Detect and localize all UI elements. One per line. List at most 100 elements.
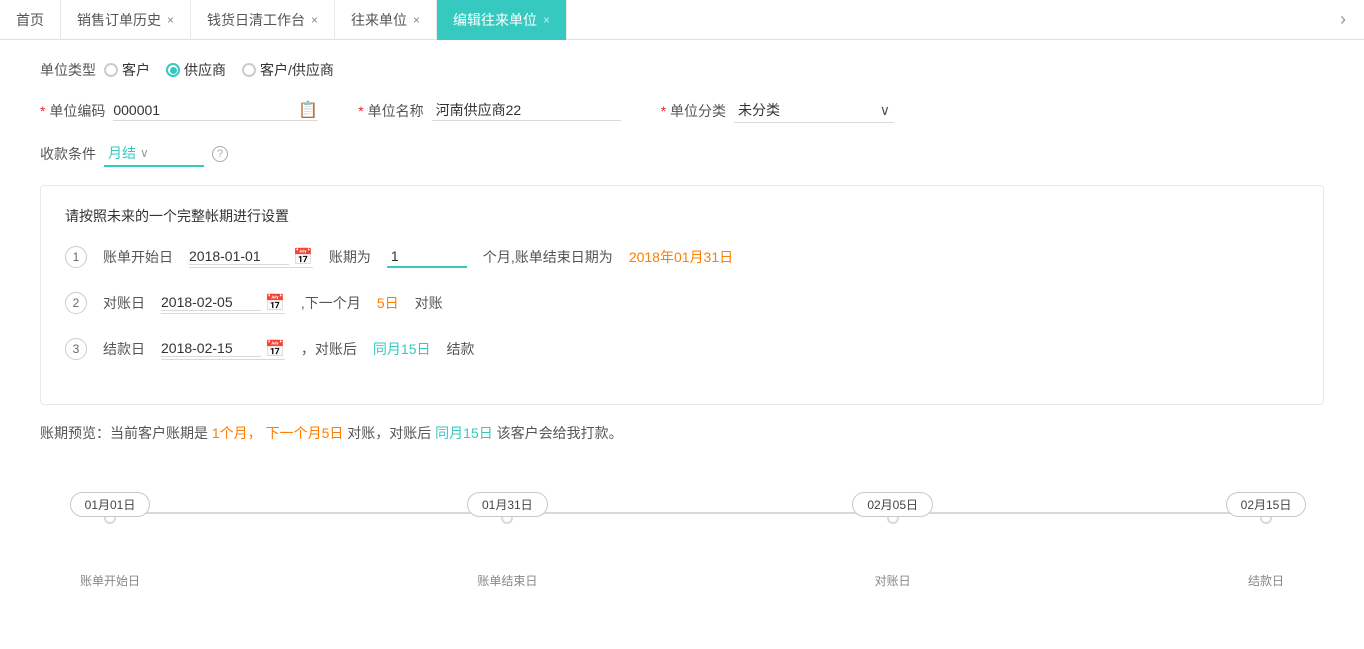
tab-cash-workbench[interactable]: 钱货日清工作台 × [191, 0, 335, 40]
unit-name-label: 单位名称 [358, 101, 423, 121]
step2-calendar-icon[interactable]: 📅 [265, 293, 285, 313]
timeline-pill-1: 01月01日 [70, 492, 151, 517]
unit-info-row: 单位编码 📋 单位名称 单位分类 未分类 ∨ [40, 98, 1324, 123]
step3-date-wrapper: 📅 [161, 339, 285, 360]
radio-customer-supplier-circle [242, 63, 256, 77]
unit-type-label: 单位类型 [40, 60, 96, 80]
tab-edit-partner[interactable]: 编辑往来单位 × [437, 0, 567, 40]
step-label-2: 对账日 [103, 293, 145, 313]
preview-part5: 该客户会给我打款。 [497, 425, 623, 441]
preview-part4: 同月15日 [435, 425, 493, 441]
step-row-3: 3 结款日 📅 ，对账后 同月15日 结款 [65, 338, 1299, 360]
unit-code-input[interactable] [113, 102, 294, 118]
radio-customer-circle [104, 63, 118, 77]
tab-sales-order-close[interactable]: × [167, 13, 174, 27]
radio-supplier-circle [166, 63, 180, 77]
timeline-line [80, 512, 1284, 514]
step1-text-after: 个月,账单结束日期为 [483, 247, 613, 267]
unit-category-group: 单位分类 未分类 ∨ [661, 98, 894, 123]
preview-part3: 对账，对账后 [347, 425, 431, 441]
preview-label: 账期预览：当前客户账期是 [40, 425, 208, 441]
step3-calendar-icon[interactable]: 📅 [265, 339, 285, 359]
tab-home-label: 首页 [16, 10, 44, 30]
timeline-node-2: 01月31日 账单结束日 [477, 500, 537, 589]
step-label-1: 账单开始日 [103, 247, 173, 267]
unit-category-label: 单位分类 [661, 101, 726, 121]
step1-period-input[interactable] [387, 246, 467, 268]
unit-name-group: 单位名称 [358, 100, 620, 121]
unit-type-group: 单位类型 客户 供应商 客户/供应商 [40, 60, 334, 80]
step1-date-wrapper: 📅 [189, 247, 313, 268]
step3-day-highlight: 同月15日 [373, 339, 431, 359]
step1-text-before: 账期为 [329, 247, 371, 267]
payment-condition-select[interactable]: 月结 ∨ [104, 141, 204, 167]
timeline-pill-4: 02月15日 [1226, 492, 1307, 517]
payment-condition-chevron-icon: ∨ [140, 146, 149, 160]
step1-calendar-icon[interactable]: 📅 [293, 247, 313, 267]
step1-end-date: 2018年01月31日 [629, 247, 733, 267]
step-row-2: 2 对账日 📅 ,下一个月 5日 对账 [65, 292, 1299, 314]
unit-code-group: 单位编码 📋 [40, 100, 318, 121]
unit-code-input-wrapper: 📋 [113, 100, 318, 121]
timeline-pill-2: 01月31日 [467, 492, 548, 517]
step-num-3: 3 [65, 338, 87, 360]
preview-section: 账期预览：当前客户账期是 1个月， 下一个月5日 对账，对账后 同月15日 该客… [40, 421, 1324, 446]
tab-edit-partner-label: 编辑往来单位 [453, 10, 537, 30]
settings-panel: 请按照未来的一个完整帐期进行设置 1 账单开始日 📅 账期为 个月,账单结束日期… [40, 185, 1324, 405]
step3-date-input[interactable] [161, 340, 261, 357]
payment-condition-row: 收款条件 月结 ∨ ? [40, 141, 1324, 167]
panel-title: 请按照未来的一个完整帐期进行设置 [65, 206, 1299, 226]
tab-partner-units[interactable]: 往来单位 × [335, 0, 437, 40]
unit-category-chevron-icon: ∨ [880, 102, 890, 119]
tab-cash-workbench-label: 钱货日清工作台 [207, 10, 305, 30]
radio-customer-supplier[interactable]: 客户/供应商 [242, 60, 334, 80]
timeline-node-1: 01月01日 账单开始日 [80, 500, 140, 589]
tab-sales-order-label: 销售订单历史 [77, 10, 161, 30]
payment-condition-help-icon[interactable]: ? [212, 146, 228, 162]
preview-part1: 1个月， [212, 425, 262, 441]
step3-text-after: 结款 [447, 339, 475, 359]
timeline-caption-3: 对账日 [875, 572, 911, 589]
main-content: 单位类型 客户 供应商 客户/供应商 单位编码 [0, 40, 1364, 649]
unit-code-label: 单位编码 [40, 101, 105, 121]
step2-date-input[interactable] [161, 294, 261, 311]
preview-part2: 下一个月5日 [266, 425, 344, 441]
unit-type-radio-group: 客户 供应商 客户/供应商 [104, 60, 334, 80]
tab-home[interactable]: 首页 [8, 0, 61, 40]
tab-cash-workbench-close[interactable]: × [311, 13, 318, 27]
step3-text-before: ，对账后 [301, 339, 357, 359]
timeline-pill-3: 02月05日 [852, 492, 933, 517]
step2-day-highlight: 5日 [377, 293, 399, 313]
timeline-caption-4: 结款日 [1248, 572, 1284, 589]
unit-category-select[interactable]: 未分类 ∨ [734, 98, 894, 123]
unit-name-input[interactable] [432, 100, 621, 121]
tab-more-button[interactable]: › [1330, 9, 1356, 30]
radio-supplier[interactable]: 供应商 [166, 60, 226, 80]
radio-customer-label: 客户 [122, 60, 150, 80]
step-row-1: 1 账单开始日 📅 账期为 个月,账单结束日期为 2018年01月31日 [65, 246, 1299, 268]
timeline-node-4: 02月15日 结款日 [1248, 500, 1284, 589]
tab-partner-units-label: 往来单位 [351, 10, 407, 30]
unit-category-value: 未分类 [738, 100, 780, 120]
tabs-bar: 首页 销售订单历史 × 钱货日清工作台 × 往来单位 × 编辑往来单位 × › [0, 0, 1364, 40]
step1-date-input[interactable] [189, 248, 289, 265]
tab-partner-units-close[interactable]: × [413, 13, 420, 27]
unit-code-icon[interactable]: 📋 [298, 100, 318, 120]
step-num-2: 2 [65, 292, 87, 314]
timeline-caption-2: 账单结束日 [477, 572, 537, 589]
tab-sales-order-history[interactable]: 销售订单历史 × [61, 0, 191, 40]
timeline-caption-1: 账单开始日 [80, 572, 140, 589]
tab-edit-partner-close[interactable]: × [543, 13, 550, 27]
radio-supplier-label: 供应商 [184, 60, 226, 80]
payment-condition-group: 收款条件 月结 ∨ ? [40, 141, 228, 167]
radio-customer[interactable]: 客户 [104, 60, 150, 80]
step-label-3: 结款日 [103, 339, 145, 359]
step2-text-before: ,下一个月 [301, 293, 361, 313]
step2-date-wrapper: 📅 [161, 293, 285, 314]
unit-type-row: 单位类型 客户 供应商 客户/供应商 [40, 60, 1324, 80]
timeline-node-3: 02月05日 对账日 [875, 500, 911, 589]
radio-customer-supplier-label: 客户/供应商 [260, 60, 334, 80]
timeline-container: 01月01日 账单开始日 01月31日 账单结束日 02月05日 对账日 02月… [40, 470, 1324, 629]
step2-text-after: 对账 [415, 293, 443, 313]
payment-condition-label: 收款条件 [40, 144, 96, 164]
